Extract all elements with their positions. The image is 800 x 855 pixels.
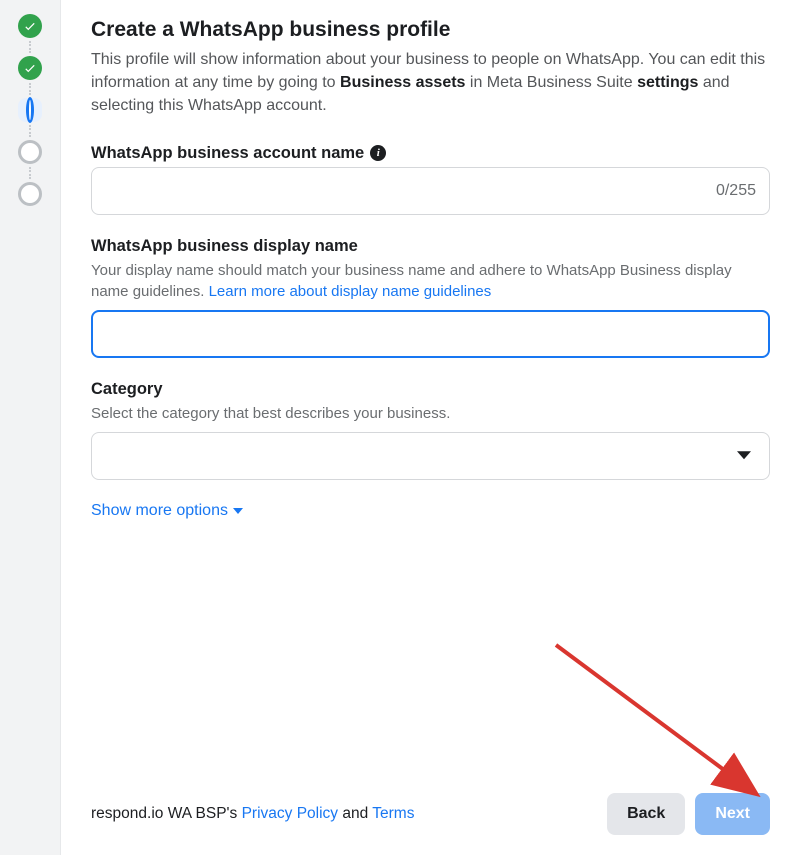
display-name-label: WhatsApp business display name [91, 237, 358, 256]
display-name-input[interactable] [91, 310, 770, 358]
category-field: Category Select the category that best d… [91, 380, 770, 480]
step-connector [29, 125, 31, 137]
category-select[interactable] [91, 432, 770, 480]
step-connector [29, 167, 31, 179]
account-name-label: WhatsApp business account name [91, 144, 364, 163]
step-3-current [18, 98, 42, 122]
step-connector [29, 41, 31, 53]
display-name-help: Your display name should match your busi… [91, 260, 770, 302]
privacy-policy-link[interactable]: Privacy Policy [242, 805, 338, 822]
category-label: Category [91, 380, 163, 399]
account-name-field: WhatsApp business account name i 0/255 [91, 144, 770, 215]
next-button[interactable]: Next [695, 793, 770, 835]
main-panel: Create a WhatsApp business profile This … [60, 0, 800, 855]
page-title: Create a WhatsApp business profile [91, 18, 770, 42]
step-4-pending [18, 140, 42, 164]
display-name-field: WhatsApp business display name Your disp… [91, 237, 770, 358]
check-icon [23, 61, 37, 75]
account-name-input[interactable] [91, 167, 770, 215]
display-name-guidelines-link[interactable]: Learn more about display name guidelines [209, 283, 492, 300]
step-connector [29, 83, 31, 95]
check-icon [23, 19, 37, 33]
step-1-complete [18, 14, 42, 38]
info-icon[interactable]: i [370, 145, 386, 161]
chevron-down-icon [233, 508, 243, 514]
footer: respond.io WA BSP's Privacy Policy and T… [91, 773, 770, 835]
show-more-options-toggle[interactable]: Show more options [91, 502, 770, 520]
chevron-down-icon [737, 451, 751, 459]
page-subtitle: This profile will show information about… [91, 48, 770, 118]
step-current-ring-icon [26, 97, 34, 123]
terms-link[interactable]: Terms [372, 805, 414, 822]
step-2-complete [18, 56, 42, 80]
legal-text: respond.io WA BSP's Privacy Policy and T… [91, 805, 414, 823]
back-button[interactable]: Back [607, 793, 685, 835]
category-help: Select the category that best describes … [91, 403, 770, 424]
wizard-stepper [0, 0, 60, 855]
step-5-pending [18, 182, 42, 206]
